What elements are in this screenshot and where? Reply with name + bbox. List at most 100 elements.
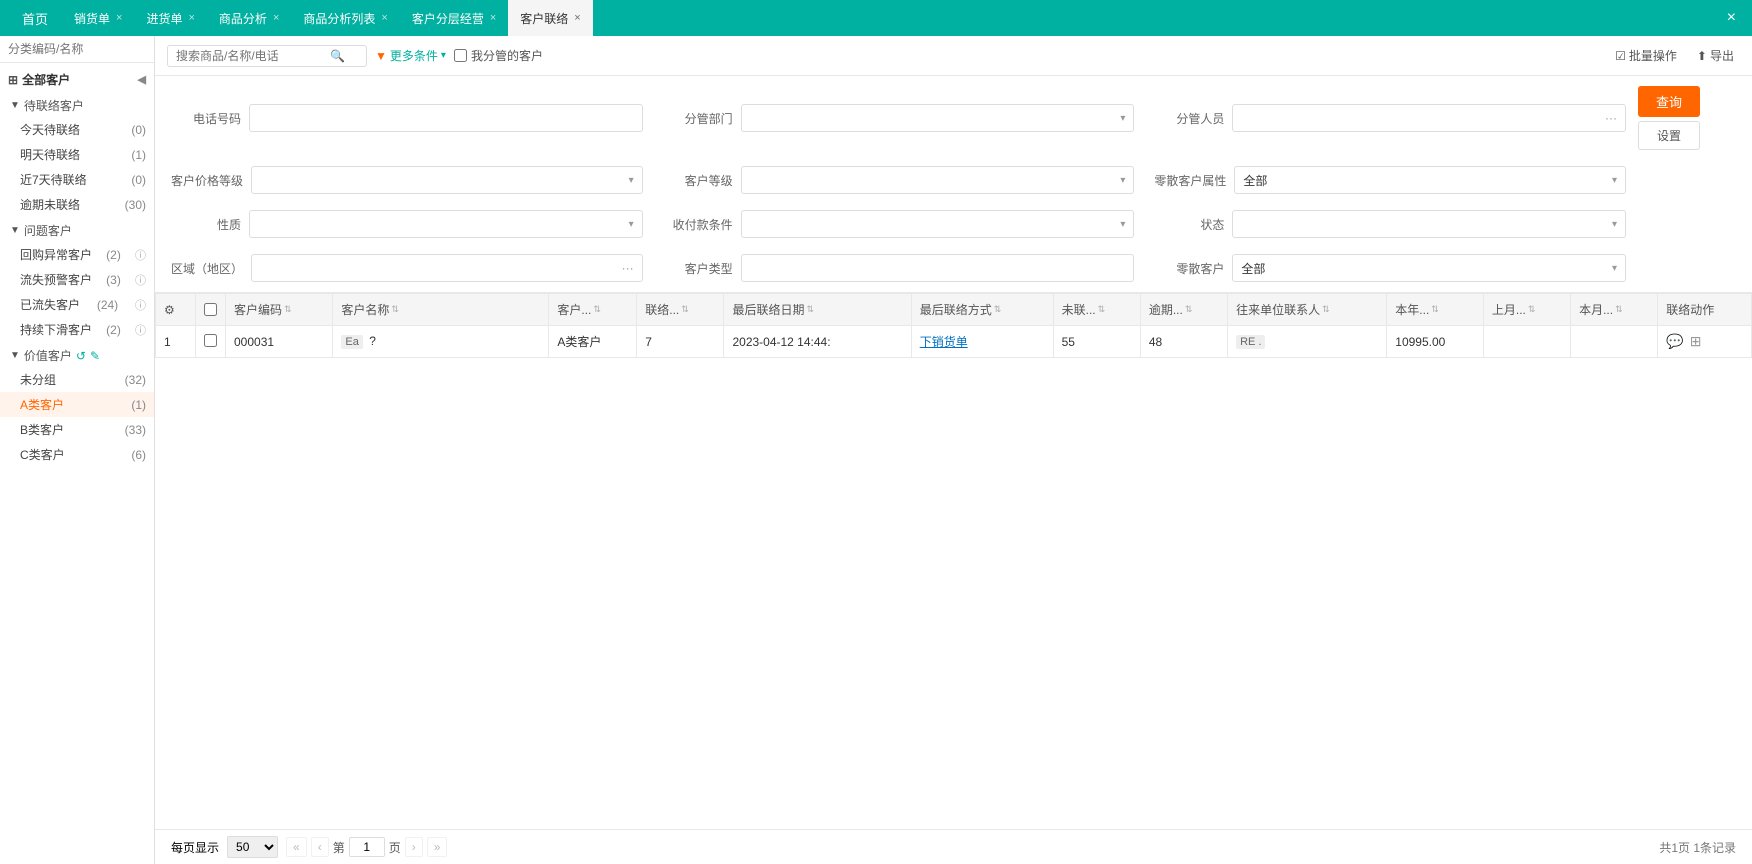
close-purchaseorder-icon[interactable]: × — [188, 12, 194, 24]
td-nocontact: 55 — [1053, 326, 1140, 358]
help-icon-3[interactable]: ⓘ — [135, 297, 146, 313]
sort-thisyear-icon[interactable]: ⇅ — [1431, 304, 1439, 315]
sort-nocontact-icon[interactable]: ⇅ — [1098, 304, 1106, 315]
td-index: 1 — [156, 326, 196, 358]
th-code: 客户编码⇅ — [226, 294, 333, 326]
sidebar-search-input[interactable] — [8, 42, 155, 56]
gear-icon[interactable]: ⚙ — [164, 303, 175, 317]
first-page-button[interactable]: « — [286, 837, 307, 857]
message-icon[interactable]: 💬 — [1666, 333, 1683, 350]
query-button[interactable]: 查询 — [1638, 86, 1700, 117]
customertype-input[interactable] — [741, 254, 1135, 282]
content-area: 🔍 ▼ 更多条件 ▾ 我分管的客户 ☑ 批量操作 ⬆ 导出 — [155, 36, 1752, 864]
sort-thismonth-icon[interactable]: ⇅ — [1615, 304, 1623, 315]
close-customercontact-icon[interactable]: × — [574, 12, 580, 24]
last-way-link[interactable]: 下销货单 — [920, 335, 968, 349]
nav-tab-productanalysis[interactable]: 商品分析 × — [207, 0, 291, 36]
close-all-button[interactable]: × — [1719, 9, 1744, 27]
sidebar-item-churned[interactable]: 已流失客户 (24) ⓘ — [0, 292, 154, 317]
my-customers-checkbox[interactable] — [454, 49, 467, 62]
td-lastdate: 2023-04-12 14:44: — [724, 326, 911, 358]
nav-tab-productanalysislist[interactable]: 商品分析列表 × — [291, 0, 399, 36]
sort-contact-icon[interactable]: ⇅ — [681, 304, 689, 315]
more-icon[interactable]: ⊞ — [1690, 333, 1702, 350]
filter-row-3: 性质 ▾ 收付款条件 ▾ — [171, 210, 1736, 238]
refresh-icon[interactable]: ↺ — [76, 349, 86, 363]
sidebar-group-pending[interactable]: ▼ 待联络客户 — [0, 92, 154, 117]
dept-select[interactable]: ▾ — [741, 104, 1135, 132]
close-productanalysislist-icon[interactable]: × — [381, 12, 387, 24]
th-checkbox — [196, 294, 226, 326]
sort-contacts-icon[interactable]: ⇅ — [1322, 304, 1330, 315]
help-icon-2[interactable]: ⓘ — [135, 272, 146, 288]
nature-arrow-icon: ▾ — [629, 219, 634, 230]
th-nocontact: 未联...⇅ — [1053, 294, 1140, 326]
page-size-select[interactable]: 50 20 100 — [227, 836, 278, 858]
sidebar-group-value[interactable]: ▼ 价值客户 ↺ ✎ — [0, 342, 154, 367]
region-select[interactable]: ··· — [251, 254, 643, 282]
sidebar-item-today[interactable]: 今天待联络 (0) — [0, 117, 154, 142]
payment-select[interactable]: ▾ — [741, 210, 1135, 238]
nav-home[interactable]: 首页 — [8, 0, 62, 36]
row-actions-wrap: 💬 ⊞ — [1666, 333, 1743, 350]
sort-overdue-icon[interactable]: ⇅ — [1185, 304, 1193, 315]
row-checkbox[interactable] — [204, 334, 217, 347]
next-page-button[interactable]: › — [405, 837, 423, 857]
sidebar-item-ungroup[interactable]: 未分组 (32) — [0, 367, 154, 392]
sidebar-item-repurchase[interactable]: 回购异常客户 (2) ⓘ — [0, 242, 154, 267]
sidebar-item-overdue[interactable]: 逾期未联络 (30) — [0, 192, 154, 217]
collapse-icon[interactable]: ◀ — [138, 73, 146, 86]
sort-name-icon[interactable]: ⇅ — [391, 304, 399, 315]
sidebar-item-classA[interactable]: A类客户 (1) — [0, 392, 154, 417]
settings-button[interactable]: 设置 — [1638, 121, 1700, 150]
prev-page-button[interactable]: ‹ — [311, 837, 329, 857]
sidebar-item-declining[interactable]: 持续下滑客户 (2) ⓘ — [0, 317, 154, 342]
nature-select[interactable]: ▾ — [249, 210, 643, 238]
edit-icon[interactable]: ✎ — [90, 349, 100, 363]
main-search-input[interactable] — [176, 49, 326, 63]
close-salesorder-icon[interactable]: × — [116, 12, 122, 24]
close-productanalysis-icon[interactable]: × — [273, 12, 279, 24]
pricelevel-arrow-icon: ▾ — [629, 175, 634, 186]
sidebar-item-tomorrow[interactable]: 明天待联络 (1) — [0, 142, 154, 167]
scattercustomer-select[interactable]: 全部 ▾ — [1232, 254, 1626, 282]
sidebar-item-churning[interactable]: 流失预警客户 (3) ⓘ — [0, 267, 154, 292]
scatterprop-select[interactable]: 全部 ▾ — [1234, 166, 1626, 194]
last-page-button[interactable]: » — [427, 837, 448, 857]
payment-arrow-icon: ▾ — [1120, 219, 1125, 230]
td-rowactions: 💬 ⊞ — [1658, 326, 1752, 358]
export-button[interactable]: ⬆ 导出 — [1691, 44, 1740, 67]
close-customersegment-icon[interactable]: × — [490, 12, 496, 24]
filter-row-2: 客户价格等级 ▾ 客户等级 ▾ — [171, 166, 1736, 194]
page-number-input[interactable] — [349, 837, 385, 857]
nav-tab-customercontact[interactable]: 客户联络 × — [508, 0, 592, 36]
batch-icon: ☑ — [1615, 49, 1626, 63]
sort-lastway-icon[interactable]: ⇅ — [994, 304, 1002, 315]
sort-code-icon[interactable]: ⇅ — [284, 304, 292, 315]
select-all-checkbox[interactable] — [204, 303, 217, 316]
nav-tab-salesorder[interactable]: 销货单 × — [62, 0, 134, 36]
sort-lastdate-icon[interactable]: ⇅ — [806, 304, 814, 315]
sort-lastmonth-icon[interactable]: ⇅ — [1528, 304, 1536, 315]
nav-tab-purchaseorder[interactable]: 进货单 × — [134, 0, 206, 36]
help-icon-4[interactable]: ⓘ — [135, 322, 146, 338]
bottom-bar: 每页显示 50 20 100 « ‹ 第 页 › » 共1页 1条记录 — [155, 829, 1752, 864]
sidebar-item-classB[interactable]: B类客户 (33) — [0, 417, 154, 442]
pricelevel-select[interactable]: ▾ — [251, 166, 643, 194]
more-conditions-button[interactable]: ▼ 更多条件 ▾ — [375, 47, 446, 64]
main-search-icon[interactable]: 🔍 — [330, 49, 345, 63]
sort-type-icon[interactable]: ⇅ — [593, 304, 601, 315]
person-select[interactable]: ··· — [1232, 104, 1626, 132]
td-lastway: 下销货单 — [911, 326, 1053, 358]
customerlevel-select[interactable]: ▾ — [741, 166, 1135, 194]
sidebar-all-customers[interactable]: ⊞ 全部客户 ◀ — [0, 63, 154, 92]
nav-tab-customersegment[interactable]: 客户分层经营 × — [400, 0, 508, 36]
sidebar-group-problem[interactable]: ▼ 问题客户 — [0, 217, 154, 242]
sidebar-item-classC[interactable]: C类客户 (6) — [0, 442, 154, 467]
batch-operation-button[interactable]: ☑ 批量操作 — [1609, 44, 1683, 67]
filter-bar: 🔍 ▼ 更多条件 ▾ 我分管的客户 ☑ 批量操作 ⬆ 导出 — [155, 36, 1752, 76]
status-select[interactable]: ▾ — [1232, 210, 1626, 238]
sidebar-item-7days[interactable]: 近7天待联络 (0) — [0, 167, 154, 192]
help-icon-1[interactable]: ⓘ — [135, 247, 146, 263]
phone-input[interactable] — [249, 104, 643, 132]
